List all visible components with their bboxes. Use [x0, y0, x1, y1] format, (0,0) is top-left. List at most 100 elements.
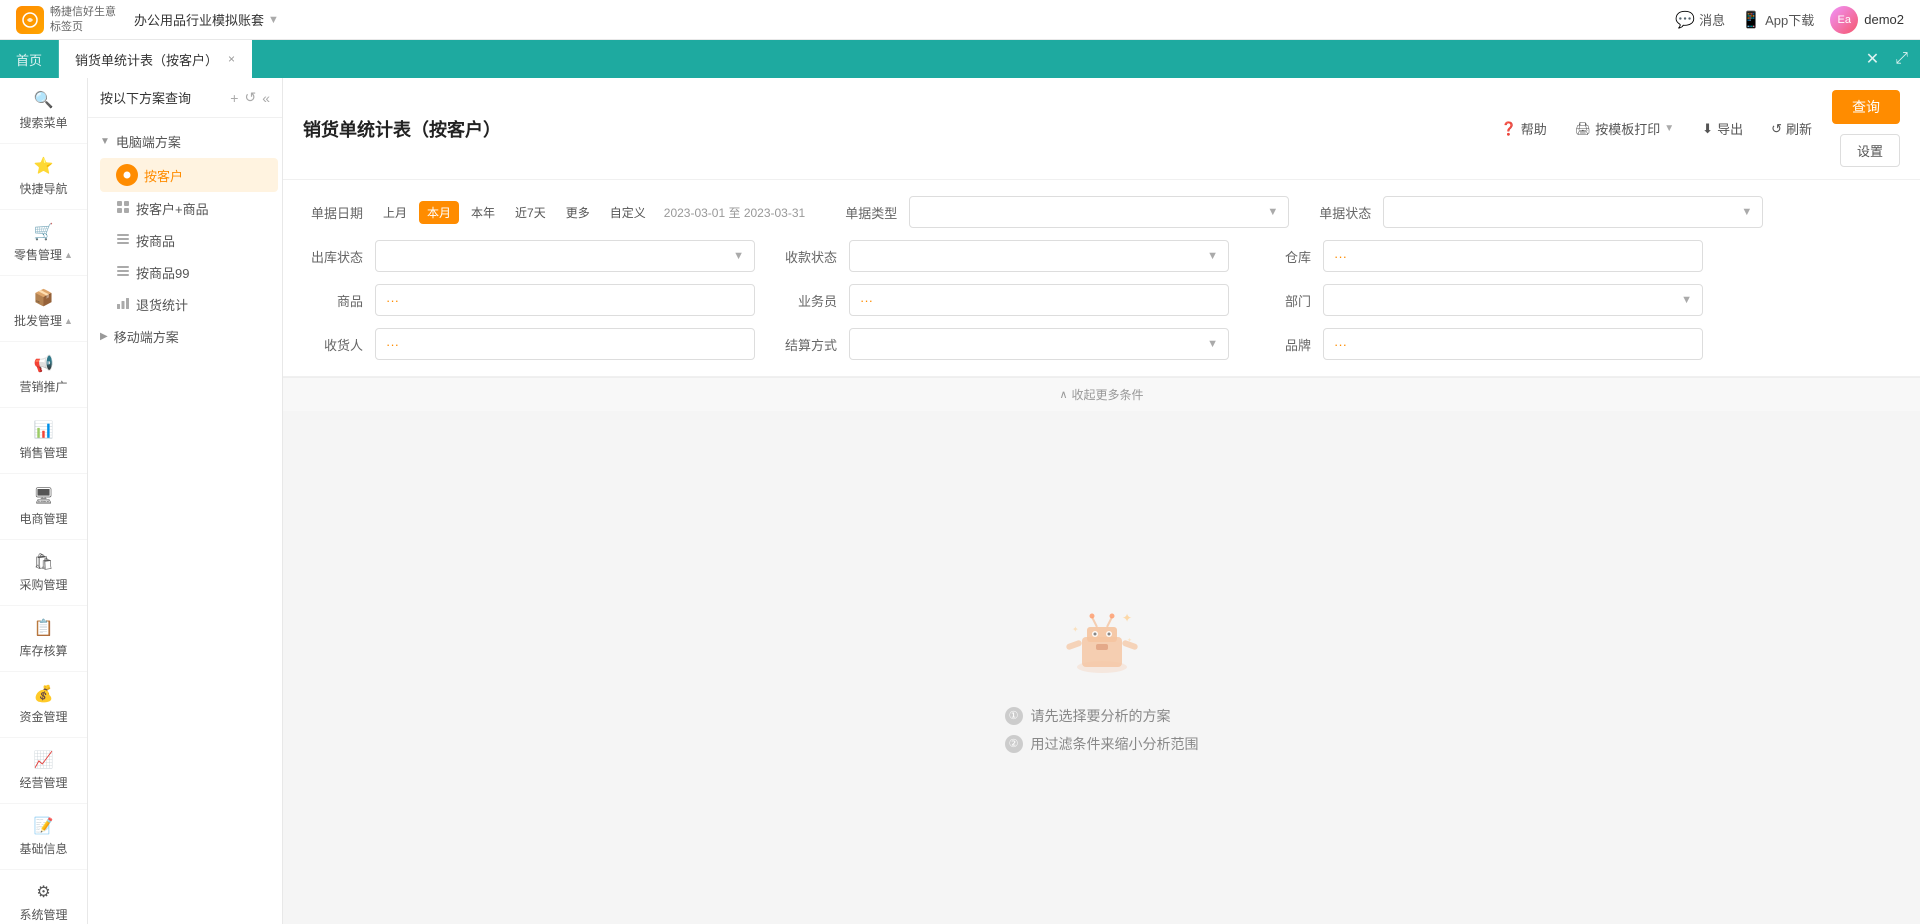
panel-add-btn[interactable]: + [230, 90, 238, 106]
mobile-section-label: 移动端方案 [114, 327, 179, 346]
filter-dept[interactable]: ▼ [1323, 284, 1703, 316]
collapse-bar[interactable]: ∧ 收起更多条件 [283, 377, 1920, 411]
print-icon: 🖨 [1575, 121, 1592, 137]
wholesale-icon: 📦 [34, 288, 54, 308]
filter-doc-status[interactable]: ▼ [1383, 196, 1763, 228]
svg-text:✦: ✦ [1127, 637, 1132, 644]
sidebar-item-quick-nav[interactable]: ⭐ 快捷导航 [0, 144, 87, 210]
settings-btn[interactable]: 设置 [1840, 134, 1900, 167]
tab-close-all-btn[interactable]: ✕ [1862, 45, 1883, 73]
date-btn-more[interactable]: 更多 [558, 201, 598, 224]
filter-delivery-status[interactable]: ▼ [375, 240, 755, 272]
filter-payment-status[interactable]: ▼ [849, 240, 1229, 272]
filter-recipient-label: 收货人 [303, 335, 363, 354]
recipient-value: ··· [386, 337, 399, 352]
filter-goods[interactable]: ··· [375, 284, 755, 316]
app-selector[interactable]: 办公用品行业模拟账套 ▼ [134, 10, 279, 29]
filter-settlement[interactable]: ▼ [849, 328, 1229, 360]
refresh-label: 刷新 [1786, 119, 1812, 138]
logo-area: 畅捷信好生意 标签页 [16, 5, 116, 34]
tree-child-by-customer[interactable]: 按客户 [100, 158, 278, 192]
tab-maximize-btn[interactable]: ⤢ [1891, 46, 1912, 72]
finance-label: 资金管理 [19, 708, 67, 725]
sidebar-item-wholesale[interactable]: 📦 批发管理 ▲ [0, 276, 87, 342]
date-btn-last-month[interactable]: 上月 [375, 201, 415, 224]
basic-info-icon: 📝 [34, 816, 54, 836]
ops-label: 经营管理 [19, 774, 67, 791]
filter-doc-type[interactable]: ▼ [909, 196, 1289, 228]
tree-child-by-goods[interactable]: 按商品 [100, 225, 278, 256]
export-icon: ⬇ [1702, 121, 1713, 137]
retail-arrow-icon: ▲ [64, 250, 73, 260]
tree-child-by-goods-99[interactable]: 按商品99 [100, 257, 278, 288]
top-header: 畅捷信好生意 标签页 办公用品行业模拟账套 ▼ 💬 消息 📱 App下载 Ea … [0, 0, 1920, 40]
refresh-btn[interactable]: ↺ 刷新 [1763, 115, 1820, 142]
logo-icon [16, 6, 44, 34]
panel-refresh-btn[interactable]: ↺ [244, 89, 256, 106]
filter-doc-type-label: 单据类型 [837, 203, 897, 222]
template-print-label: 按模板打印 [1595, 119, 1660, 138]
warehouse-value: ··· [1334, 249, 1347, 264]
filter-recipient[interactable]: ··· [375, 328, 755, 360]
template-print-btn[interactable]: 🖨 按模板打印 ▼ [1567, 115, 1682, 142]
sidebar-item-sales[interactable]: 📊 销售管理 [0, 408, 87, 474]
query-btn[interactable]: 查询 [1832, 90, 1900, 124]
date-btn-this-year[interactable]: 本年 [463, 201, 503, 224]
by-goods-icon [116, 232, 130, 249]
tab-sales-stats-label: 销货单统计表（按客户） [75, 50, 218, 69]
sidebar-item-marketing[interactable]: 📢 营销推广 [0, 342, 87, 408]
filter-salesperson[interactable]: ··· [849, 284, 1229, 316]
tab-sales-stats[interactable]: 销货单统计表（按客户） × [59, 40, 252, 78]
filter-date-label: 单据日期 [303, 203, 363, 222]
sidebar-item-basic-info[interactable]: 📝 基础信息 [0, 804, 87, 870]
date-btn-this-month[interactable]: 本月 [419, 201, 459, 224]
date-btn-last-7days[interactable]: 近7天 [507, 201, 554, 224]
tab-close-btn[interactable]: × [228, 52, 235, 66]
sidebar-item-retail[interactable]: 🛒 零售管理 ▲ [0, 210, 87, 276]
message-btn[interactable]: 💬 消息 [1675, 10, 1725, 30]
sidebar-item-finance[interactable]: 💰 资金管理 [0, 672, 87, 738]
tree-child-by-customer-goods[interactable]: 按客户+商品 [100, 193, 278, 224]
sidebar-item-purchase[interactable]: 🛍 采购管理 [0, 540, 87, 606]
retail-icon: 🛒 [34, 222, 54, 242]
brand-value: ··· [1334, 337, 1347, 352]
page-actions: ❓ 帮助 🖨 按模板打印 ▼ ⬇ 导出 ↺ 刷新 查询 [1493, 90, 1900, 179]
filter-salesperson-label: 业务员 [777, 291, 837, 310]
tree-child-return-stats[interactable]: 退货统计 [100, 289, 278, 320]
sidebar-item-system[interactable]: ⚙ 系统管理 [0, 870, 87, 924]
date-quick-buttons: 上月 本月 本年 近7天 更多 自定义 2023-03-01 至 2023-03… [375, 201, 805, 224]
filter-doc-status-label: 单据状态 [1311, 203, 1371, 222]
sidebar-item-ecommerce[interactable]: 🖥 电商管理 [0, 474, 87, 540]
filter-brand[interactable]: ··· [1323, 328, 1703, 360]
avatar-text: Ea [1838, 14, 1851, 26]
filter-payment-label: 收款状态 [777, 247, 837, 266]
app-download-icon: 📱 [1741, 10, 1761, 30]
user-area[interactable]: Ea demo2 [1830, 6, 1904, 34]
date-btn-custom[interactable]: 自定义 [602, 201, 654, 224]
app-selector-label: 办公用品行业模拟账套 [134, 10, 264, 29]
app-download-btn[interactable]: 📱 App下载 [1741, 10, 1814, 30]
tab-home[interactable]: 首页 [0, 40, 59, 78]
by-customer-label: 按客户 [144, 166, 183, 185]
filter-settlement-label: 结算方式 [777, 335, 837, 354]
empty-tips: ① 请先选择要分析的方案 ② 用过滤条件来缩小分析范围 [1005, 706, 1199, 754]
page-title: 销货单统计表（按客户） [303, 116, 501, 154]
content-area: 销货单统计表（按客户） ❓ 帮助 🖨 按模板打印 ▼ ⬇ 导出 ↺ 刷新 [283, 78, 1920, 924]
help-btn[interactable]: ❓ 帮助 [1493, 115, 1555, 142]
sidebar-item-ops[interactable]: 📈 经营管理 [0, 738, 87, 804]
date-range-text: 2023-03-01 至 2023-03-31 [664, 204, 805, 221]
filter-warehouse[interactable]: ··· [1323, 240, 1703, 272]
tree-parent-mobile[interactable]: ▶ 移动端方案 [88, 321, 282, 352]
by-goods-99-icon [116, 264, 130, 281]
empty-tip-2: ② 用过滤条件来缩小分析范围 [1005, 734, 1199, 754]
sidebar-item-search-menu[interactable]: 🔍 搜索菜单 [0, 78, 87, 144]
app-selector-chevron: ▼ [268, 14, 279, 26]
print-chevron-icon: ▼ [1664, 123, 1674, 134]
panel-collapse-btn[interactable]: « [262, 90, 270, 106]
tree-parent-desktop[interactable]: ▼ 电脑端方案 [88, 126, 282, 157]
left-panel-header: 按以下方案查询 + ↺ « [88, 78, 282, 118]
logo-text: 畅捷信好生意 标签页 [50, 5, 116, 34]
desktop-chevron-icon: ▼ [100, 136, 110, 147]
export-btn[interactable]: ⬇ 导出 [1694, 115, 1751, 142]
sidebar-item-inventory[interactable]: 📋 库存核算 [0, 606, 87, 672]
